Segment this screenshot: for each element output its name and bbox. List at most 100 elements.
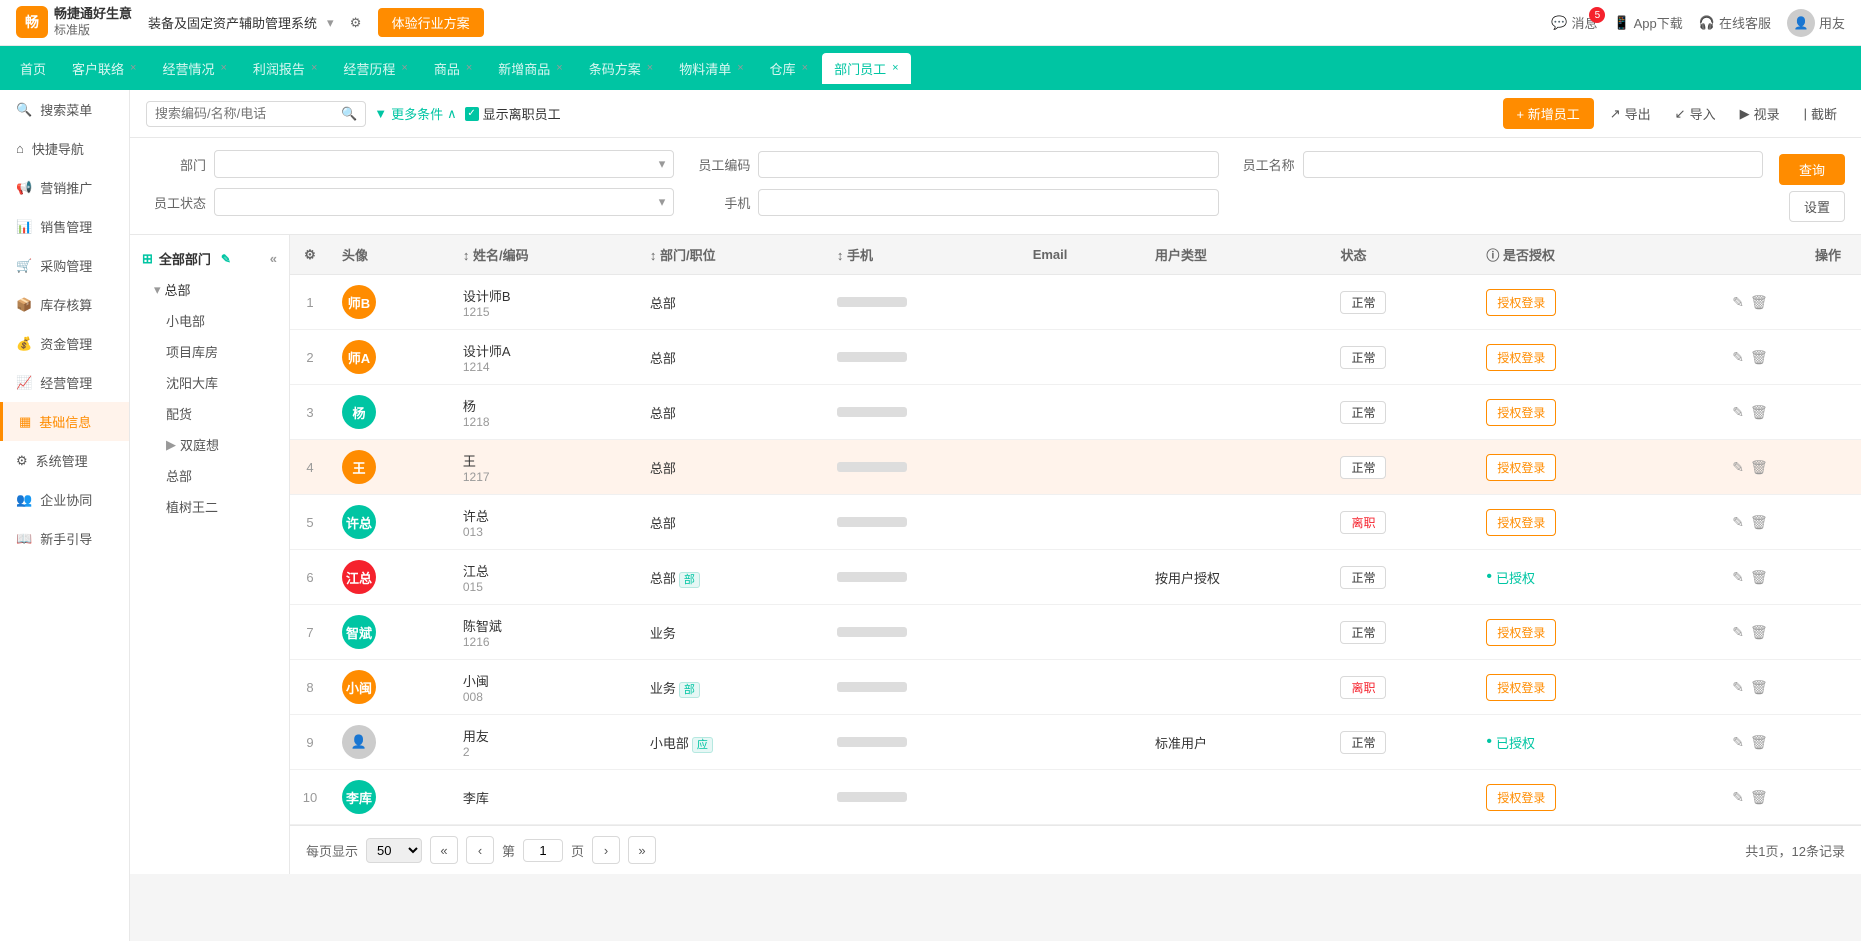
auth-login-button[interactable]: 授权登录 [1486,289,1556,316]
tab-new-goods[interactable]: 新增商品 × [486,53,574,84]
auth-login-button[interactable]: 授权登录 [1486,619,1556,646]
tab-home[interactable]: 首页 [8,53,58,84]
tab-goods[interactable]: 商品 × [422,53,484,84]
delete-icon[interactable]: 🗑 [1750,734,1768,751]
last-page-button[interactable]: » [628,836,656,864]
close-icon[interactable]: × [130,62,136,74]
edit-icon[interactable]: ✎ [1732,404,1744,421]
close-icon[interactable]: × [401,62,407,74]
tab-employees[interactable]: 部门员工 × [822,53,910,84]
tree-item-headquarters[interactable]: 总部 [138,460,289,491]
sidebar-item-business[interactable]: 📈 经营管理 [0,363,129,402]
auth-login-button[interactable]: 授权登录 [1486,399,1556,426]
emp-status-select[interactable]: ▾ [214,188,674,216]
sidebar-item-marketing[interactable]: 📢 营销推广 [0,168,129,207]
tab-bom[interactable]: 物料清单 × [667,53,755,84]
more-options-button[interactable]: | 截断 [1796,100,1845,127]
close-icon[interactable]: × [802,62,808,74]
tab-history[interactable]: 经营历程 × [331,53,419,84]
close-icon[interactable]: × [466,62,472,74]
phone-input[interactable] [758,189,1218,216]
sidebar-item-guide[interactable]: 📖 新手引导 [0,519,129,558]
delete-icon[interactable]: 🗑 [1750,459,1768,476]
query-button[interactable]: 查询 [1779,154,1845,185]
emp-code-input[interactable] [758,151,1218,178]
tree-group-label[interactable]: ▾ 总部 [138,274,289,305]
tree-item-shuangtingxiang[interactable]: ▶ 双庭想 [138,429,289,460]
col-phone[interactable]: ↕ 手机 [825,235,1021,275]
user-menu[interactable]: 👤 用友 [1787,9,1845,37]
first-page-button[interactable]: « [430,836,458,864]
sidebar-item-inventory[interactable]: 📦 库存核算 [0,285,129,324]
delete-icon[interactable]: 🗑 [1750,569,1768,586]
search-input[interactable] [155,106,335,121]
message-button[interactable]: 💬 消息 5 [1551,13,1597,32]
view-button[interactable]: ▶ 视录 [1732,100,1788,127]
export-button[interactable]: ↗ 导出 [1602,100,1659,127]
collapse-icon[interactable]: « [270,251,277,266]
close-icon[interactable]: × [220,62,226,74]
edit-icon[interactable]: ✎ [1732,679,1744,696]
close-icon[interactable]: × [311,62,317,74]
delete-icon[interactable]: 🗑 [1750,624,1768,641]
tab-barcode[interactable]: 条码方案 × [577,53,665,84]
add-employee-button[interactable]: + 新增员工 [1503,98,1594,129]
dept-select[interactable]: ▾ [214,150,674,178]
page-size-select[interactable]: 50 20 100 [366,838,422,863]
edit-icon[interactable]: ✎ [1732,734,1744,751]
edit-icon[interactable]: ✎ [1732,789,1744,806]
delete-icon[interactable]: 🗑 [1750,514,1768,531]
app-download-button[interactable]: 📱 App下载 [1613,13,1682,32]
online-service-button[interactable]: 🎧 在线客服 [1699,13,1771,32]
show-dimitted-toggle[interactable]: ✓ 显示离职员工 [465,104,561,123]
filter-button[interactable]: ▼ 更多条件 ∧ [374,104,456,123]
delete-icon[interactable]: 🗑 [1750,404,1768,421]
close-icon[interactable]: × [737,62,743,74]
delete-icon[interactable]: 🗑 [1750,789,1768,806]
delete-icon[interactable]: 🗑 [1750,679,1768,696]
page-number-input[interactable] [523,839,563,862]
auth-login-button[interactable]: 授权登录 [1486,674,1556,701]
auth-login-button[interactable]: 授权登录 [1486,344,1556,371]
auth-login-button[interactable]: 授权登录 [1486,509,1556,536]
edit-icon[interactable]: ✎ [1732,459,1744,476]
sidebar-item-sales[interactable]: 📊 销售管理 [0,207,129,246]
sidebar-item-collab[interactable]: 👥 企业协同 [0,480,129,519]
col-name[interactable]: ↕ 姓名/编码 [451,235,638,275]
reset-button[interactable]: 设置 [1789,191,1845,222]
edit-icon[interactable]: ✎ [1732,294,1744,311]
tree-item-delivery[interactable]: 配货 [138,398,289,429]
tree-item-project-warehouse[interactable]: 项目库房 [138,336,289,367]
emp-name-input[interactable] [1303,151,1763,178]
sidebar-item-nav[interactable]: ⌂ 快捷导航 [0,129,129,168]
col-settings[interactable]: ⚙ [290,235,330,275]
sidebar-item-basic[interactable]: ▦ 基础信息 [0,402,129,441]
tab-warehouse[interactable]: 仓库 × [758,53,820,84]
gear-icon[interactable]: ⚙ [342,9,370,37]
col-dept[interactable]: ↕ 部门/职位 [638,235,825,275]
tab-profit[interactable]: 利润报告 × [241,53,329,84]
auth-login-button[interactable]: 授权登录 [1486,784,1556,811]
import-button[interactable]: ↙ 导入 [1667,100,1724,127]
next-page-button[interactable]: › [592,836,620,864]
delete-icon[interactable]: 🗑 [1750,349,1768,366]
trial-button[interactable]: 体验行业方案 [378,8,484,37]
prev-page-button[interactable]: ‹ [466,836,494,864]
sidebar-item-system[interactable]: ⚙ 系统管理 [0,441,129,480]
tab-customer[interactable]: 客户联络 × [60,53,148,84]
search-box[interactable]: 🔍 [146,101,366,127]
tree-item-shenyang[interactable]: 沈阳大库 [138,367,289,398]
delete-icon[interactable]: 🗑 [1750,294,1768,311]
sidebar-item-purchase[interactable]: 🛒 采购管理 [0,246,129,285]
edit-icon[interactable]: ✎ [1732,349,1744,366]
sidebar-item-finance[interactable]: 💰 资金管理 [0,324,129,363]
chevron-down-icon[interactable]: ▾ [327,15,334,31]
close-icon[interactable]: × [892,62,898,74]
edit-icon[interactable]: ✎ [221,252,231,266]
edit-icon[interactable]: ✎ [1732,514,1744,531]
tab-operation[interactable]: 经营情况 × [150,53,238,84]
table-scroll[interactable]: ⚙ 头像 ↕ 姓名/编码 ↕ 部门/职位 ↕ 手机 [290,235,1861,874]
tree-item-small-elec[interactable]: 小电部 [138,305,289,336]
sidebar-item-search[interactable]: 🔍 搜索菜单 [0,90,129,129]
tree-item-plantking[interactable]: 植树王二 [138,491,289,522]
